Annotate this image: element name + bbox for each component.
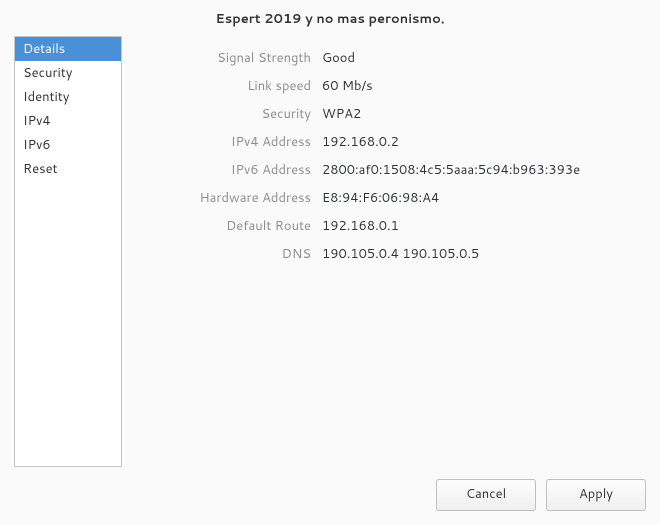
value-dns: 190.105.0.4 190.105.0.5 <box>321 240 581 268</box>
value-security: WPA2 <box>321 100 581 128</box>
row-ipv6-address: IPv6 Address 2800:af0:1508:4c5:5aaa:5c94… <box>140 156 581 184</box>
row-ipv4-address: IPv4 Address 192.168.0.2 <box>140 128 581 156</box>
label-dns: DNS <box>140 240 321 268</box>
label-default-route: Default Route <box>140 212 321 240</box>
sidebar-item-identity[interactable]: Identity <box>15 85 121 109</box>
value-hardware-address: E8:94:F6:06:98:A4 <box>321 184 581 212</box>
value-signal-strength: Good <box>321 44 581 72</box>
sidebar-item-reset[interactable]: Reset <box>15 157 121 181</box>
row-hardware-address: Hardware Address E8:94:F6:06:98:A4 <box>140 184 581 212</box>
label-ipv6-address: IPv6 Address <box>140 156 321 184</box>
network-settings-window: Espert 2019 y no mas peronismo. Details … <box>0 0 660 525</box>
row-link-speed: Link speed 60 Mb/s <box>140 72 581 100</box>
sidebar-item-security[interactable]: Security <box>15 61 121 85</box>
label-hardware-address: Hardware Address <box>140 184 321 212</box>
sidebar: Details Security Identity IPv4 IPv6 Rese… <box>14 36 122 467</box>
details-table: Signal Strength Good Link speed 60 Mb/s … <box>140 44 581 268</box>
value-ipv6-address: 2800:af0:1508:4c5:5aaa:5c94:b963:393e <box>321 156 581 184</box>
dialog-footer: Cancel Apply <box>0 467 660 525</box>
sidebar-item-details[interactable]: Details <box>15 37 121 61</box>
sidebar-item-ipv4[interactable]: IPv4 <box>15 109 121 133</box>
row-signal-strength: Signal Strength Good <box>140 44 581 72</box>
row-dns: DNS 190.105.0.4 190.105.0.5 <box>140 240 581 268</box>
row-security: Security WPA2 <box>140 100 581 128</box>
label-ipv4-address: IPv4 Address <box>140 128 321 156</box>
window-title: Espert 2019 y no mas peronismo. <box>0 0 660 36</box>
apply-button[interactable]: Apply <box>546 479 646 511</box>
row-default-route: Default Route 192.168.0.1 <box>140 212 581 240</box>
window-body: Details Security Identity IPv4 IPv6 Rese… <box>0 36 660 467</box>
label-security: Security <box>140 100 321 128</box>
cancel-button[interactable]: Cancel <box>436 479 536 511</box>
value-link-speed: 60 Mb/s <box>321 72 581 100</box>
label-signal-strength: Signal Strength <box>140 44 321 72</box>
sidebar-item-ipv6[interactable]: IPv6 <box>15 133 121 157</box>
value-default-route: 192.168.0.1 <box>321 212 581 240</box>
label-link-speed: Link speed <box>140 72 321 100</box>
details-pane: Signal Strength Good Link speed 60 Mb/s … <box>140 36 646 467</box>
value-ipv4-address: 192.168.0.2 <box>321 128 581 156</box>
